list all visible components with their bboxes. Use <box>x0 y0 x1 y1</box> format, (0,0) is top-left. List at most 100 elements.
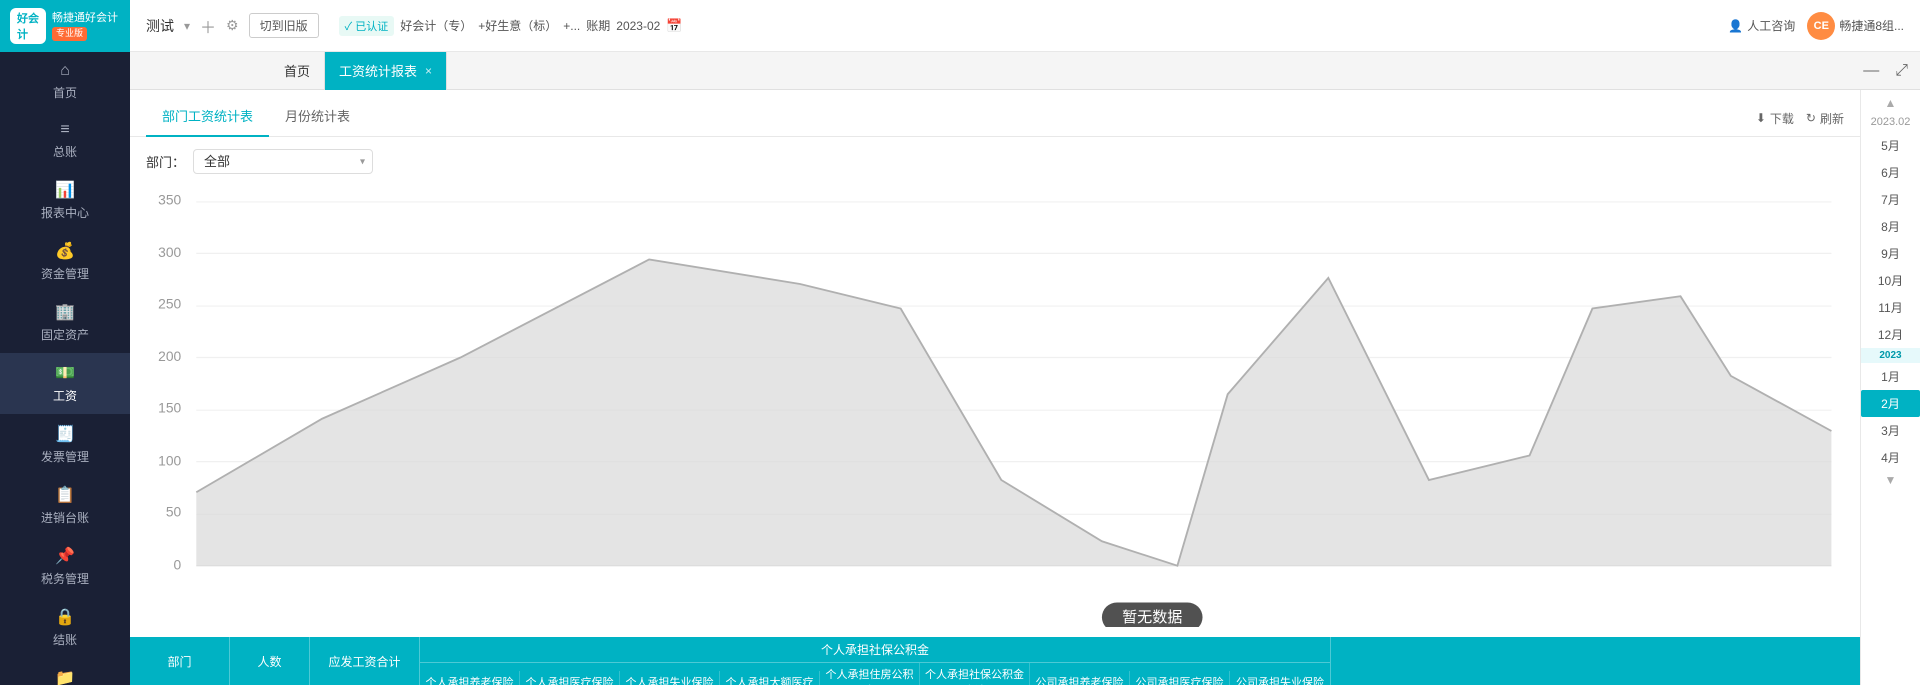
svg-text:250: 250 <box>158 297 181 312</box>
panel-up-arrow[interactable]: ▲ <box>1883 94 1899 112</box>
account-type3: +... <box>563 19 580 33</box>
subtabs: 部门工资统计表 月份统计表 ⬇ 下载 ↻ 刷新 <box>130 90 1860 137</box>
panel-down-arrow[interactable]: ▼ <box>1883 471 1899 489</box>
sidebar-item-tax[interactable]: 📌 税务管理 <box>0 536 130 597</box>
sidebar-item-label: 首页 <box>53 84 77 101</box>
sidebar-logo: 好会计 畅捷通好会计 专业版 <box>0 0 130 52</box>
subtab-dept[interactable]: 部门工资统计表 <box>146 100 269 137</box>
col-total-salary: 应发工资合计 <box>310 637 420 685</box>
status-bar: ✓ ✓已认证已认证 好会计（专） +好生意（标） +... 账期 2023-02… <box>339 16 683 36</box>
dept-filter-select[interactable]: 全部 销售部 财务部 行政部 技术部 <box>193 149 373 174</box>
main-content: 测试 ▾ ＋ ⚙ 切到旧版 ✓ ✓已认证已认证 好会计（专） +好生意（标） +… <box>130 0 1920 685</box>
col-personal-housing-fund: 个人承担住房公积金 <box>820 663 920 685</box>
check-icon: ✓ <box>345 21 353 33</box>
month-mar[interactable]: 3月 <box>1861 417 1920 444</box>
dropdown-arrow-icon[interactable]: ▾ <box>184 19 190 33</box>
switch-version-button[interactable]: 切到旧版 <box>249 13 319 38</box>
sidebar-item-label: 报表中心 <box>41 204 89 221</box>
month-9[interactable]: 9月 <box>1861 240 1920 267</box>
current-period-label: 2023.02 <box>1869 112 1913 132</box>
funds-icon: 💰 <box>55 241 75 261</box>
subtabs-actions: ⬇ 下载 ↻ 刷新 <box>1756 110 1844 127</box>
month-6[interactable]: 6月 <box>1861 159 1920 186</box>
sidebar-item-label: 固定资产 <box>41 326 89 343</box>
ledger-icon: ≡ <box>60 121 69 139</box>
tabbar-right: — ⤢ <box>1859 58 1920 84</box>
tabbar: 首页 工资统计报表 × — ⤢ <box>130 52 1920 90</box>
month-apr[interactable]: 4月 <box>1861 444 1920 471</box>
svg-text:300: 300 <box>158 245 181 260</box>
col-company-medical: 公司承担医疗保险 <box>1130 671 1230 685</box>
sidebar-item-purchase[interactable]: 📋 进销台账 <box>0 475 130 536</box>
right-panel: ▲ 2023.02 5月 6月 7月 8月 9月 10月 11月 12月 202… <box>1860 90 1920 685</box>
table-footer: 部门 人数 应发工资合计 个人承担社保公积金 个人承担养老保险 <box>130 637 1860 685</box>
sidebar-item-assets[interactable]: 🏢 固定资产 <box>0 292 130 353</box>
sidebar: 好会计 畅捷通好会计 专业版 ⌂ 首页 ≡ 总账 📊 报表中心 💰 资金管理 🏢… <box>0 0 130 685</box>
maximize-icon[interactable]: ⤢ <box>1891 58 1912 84</box>
tab-home[interactable]: 首页 <box>270 52 325 90</box>
sidebar-item-home[interactable]: ⌂ 首页 <box>0 52 130 111</box>
calendar-icon[interactable]: 📅 <box>666 18 682 34</box>
download-button[interactable]: ⬇ 下载 <box>1756 110 1794 127</box>
sidebar-item-label: 工资 <box>53 387 77 404</box>
svg-text:150: 150 <box>158 401 181 416</box>
assets-icon: 🏢 <box>55 302 75 322</box>
filter-label: 部门： <box>146 152 185 171</box>
avatar: CE <box>1807 12 1835 40</box>
sidebar-item-archive[interactable]: 📁 归档管理 <box>0 658 130 685</box>
download-icon: ⬇ <box>1756 111 1766 125</box>
col-group-personal: 个人承担社保公积金 个人承担养老保险 个人承担医疗保险 个人承担失业保险 <box>420 637 1331 685</box>
minimize-icon[interactable]: — <box>1859 58 1883 84</box>
col-dept: 部门 <box>130 637 230 685</box>
period-value: 2023-02 <box>616 19 660 33</box>
account-type2: +好生意（标） <box>478 17 557 34</box>
month-12[interactable]: 12月 <box>1861 321 1920 348</box>
topbar: 测试 ▾ ＋ ⚙ 切到旧版 ✓ ✓已认证已认证 好会计（专） +好生意（标） +… <box>130 0 1920 52</box>
certified-badge: ✓ ✓已认证已认证 <box>339 16 395 36</box>
close-account-icon: 🔒 <box>55 607 75 627</box>
logo-title: 畅捷通好会计 <box>52 11 118 25</box>
add-button[interactable]: ＋ <box>200 14 216 38</box>
month-5[interactable]: 5月 <box>1861 132 1920 159</box>
settings-button[interactable]: ⚙ <box>226 17 239 34</box>
month-jan[interactable]: 1月 <box>1861 363 1920 390</box>
month-10[interactable]: 10月 <box>1861 267 1920 294</box>
month-feb[interactable]: 2月 <box>1861 390 1920 417</box>
refresh-icon: ↻ <box>1806 111 1816 125</box>
sidebar-item-close[interactable]: 🔒 结账 <box>0 597 130 658</box>
account-type1: 好会计（专） <box>400 17 472 34</box>
sidebar-item-reports[interactable]: 📊 报表中心 <box>0 170 130 231</box>
sidebar-item-salary[interactable]: 💵 工资 <box>0 353 130 414</box>
svg-text:200: 200 <box>158 349 181 364</box>
user-menu-button[interactable]: CE 畅捷通8组... <box>1807 12 1904 40</box>
year-2023: 2023 <box>1861 348 1920 363</box>
logo-icon: 好会计 <box>10 8 46 44</box>
content-area: 部门工资统计表 月份统计表 ⬇ 下载 ↻ 刷新 <box>130 90 1920 685</box>
salary-icon: 💵 <box>55 363 75 383</box>
archive-icon: 📁 <box>55 668 75 685</box>
svg-text:0: 0 <box>174 558 182 573</box>
sidebar-item-ledger[interactable]: ≡ 总账 <box>0 111 130 170</box>
svg-text:350: 350 <box>158 193 181 208</box>
logo-badge: 专业版 <box>52 27 87 41</box>
sidebar-item-label: 总账 <box>53 143 77 160</box>
svg-text:50: 50 <box>166 505 182 520</box>
month-11[interactable]: 11月 <box>1861 294 1920 321</box>
salary-chart: 350 300 250 200 150 100 50 0 <box>146 186 1844 627</box>
col-company-unemployment: 公司承担失业保险 <box>1230 671 1330 685</box>
tab-close-icon[interactable]: × <box>425 64 432 78</box>
sidebar-item-invoice[interactable]: 🧾 发票管理 <box>0 414 130 475</box>
consult-button[interactable]: 👤 人工咨询 <box>1728 17 1795 34</box>
chart-area: 350 300 250 200 150 100 50 0 <box>130 186 1860 637</box>
subtab-monthly[interactable]: 月份统计表 <box>269 100 366 137</box>
tax-icon: 📌 <box>55 546 75 566</box>
month-8[interactable]: 8月 <box>1861 213 1920 240</box>
month-7[interactable]: 7月 <box>1861 186 1920 213</box>
tab-salary-report[interactable]: 工资统计报表 × <box>325 52 447 90</box>
col-headcount: 人数 <box>230 637 310 685</box>
col-personal-pension: 个人承担养老保险 <box>420 671 520 685</box>
col-personal-medical: 个人承担医疗保险 <box>520 671 620 685</box>
refresh-button[interactable]: ↻ 刷新 <box>1806 110 1844 127</box>
sidebar-item-label: 发票管理 <box>41 448 89 465</box>
sidebar-item-funds[interactable]: 💰 资金管理 <box>0 231 130 292</box>
